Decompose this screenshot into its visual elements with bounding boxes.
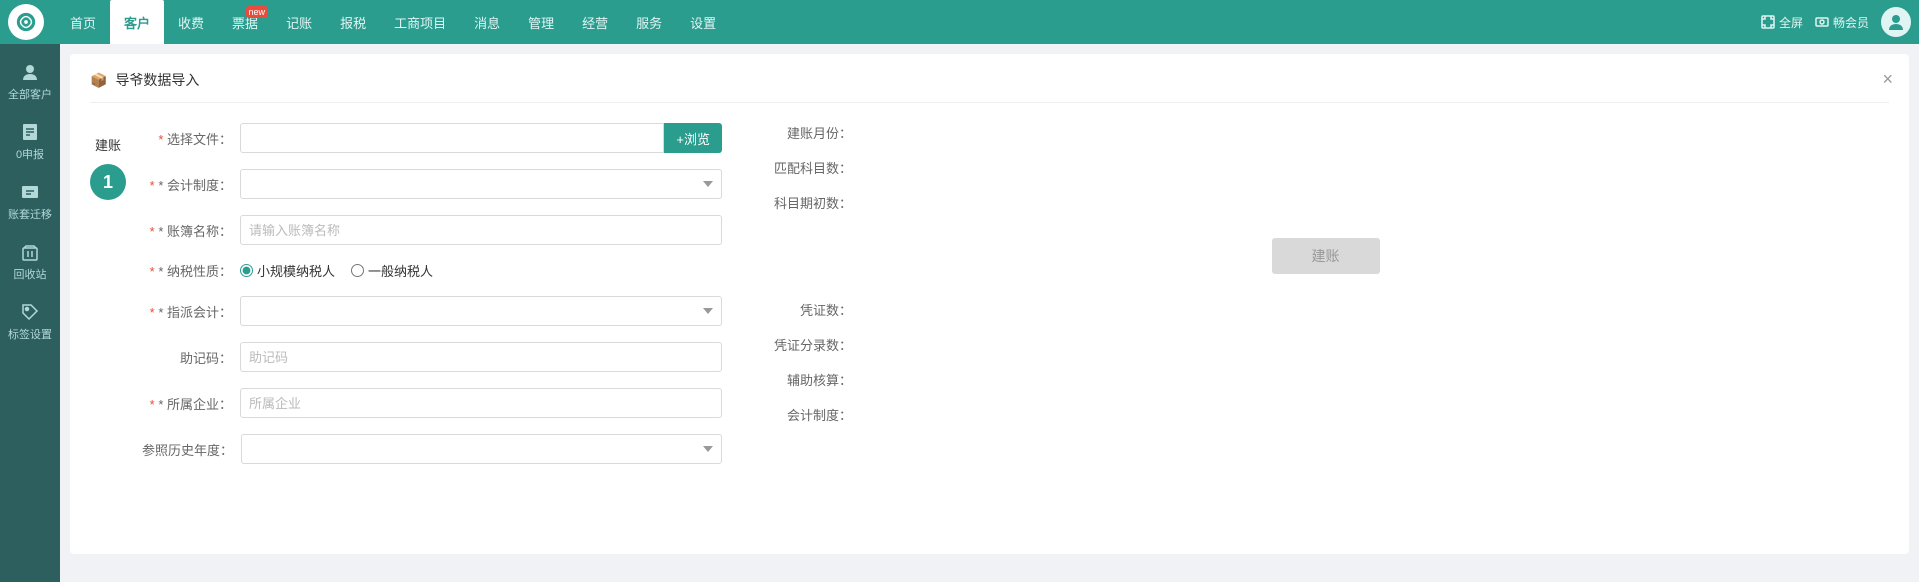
file-row: 选择文件： +浏览: [142, 123, 722, 153]
sidebar-item-declaration[interactable]: 0申报: [2, 114, 58, 170]
nav-bookkeeping[interactable]: 记账: [272, 0, 326, 44]
accounting-system-label: * * 会计制度：: [142, 175, 232, 194]
account-month-label: 建账月份：: [762, 123, 852, 142]
step-circle: 1: [90, 164, 126, 200]
panel-header: 📦 导爷数据导入: [90, 70, 1889, 103]
build-button[interactable]: 建账: [1272, 238, 1380, 274]
nav-invoice[interactable]: 票据 new: [218, 0, 272, 44]
sidebar-item-all-customers[interactable]: 全部客户: [2, 54, 58, 110]
panel: 📦 导爷数据导入 × 建账 1 选择文件：: [70, 54, 1909, 554]
voucher-row: 凭证数：: [762, 300, 1889, 319]
accounting-system-row: * * 会计制度：: [142, 169, 722, 199]
form-left: 建账 1 选择文件： +浏览: [90, 123, 722, 464]
right-accounting-system-label: 会计制度：: [762, 405, 852, 424]
account-name-label: * * 账簿名称：: [142, 221, 232, 240]
nav-fees[interactable]: 收费: [164, 0, 218, 44]
tax-nature-group: 小规模纳税人 一般纳税人: [240, 261, 433, 280]
top-nav: 首页 客户 收费 票据 new 记账 报税 工商项目 消息 管理 经营 服务 设…: [0, 0, 1919, 44]
sidebar-item-tag-settings[interactable]: 标签设置: [2, 294, 58, 350]
nav-commerce[interactable]: 工商项目: [380, 0, 460, 44]
memo-code-row: 助记码：: [142, 342, 722, 372]
member-btn[interactable]: 畅会员: [1815, 14, 1869, 31]
panel-title: 导爷数据导入: [115, 70, 199, 90]
owner-enterprise-label: * * 所属企业：: [142, 394, 232, 413]
panel-header-icon: 📦: [90, 72, 107, 89]
memo-code-label: 助记码：: [142, 348, 232, 367]
form-area: 建账 1 选择文件： +浏览: [90, 123, 1889, 464]
main-content: 📦 导爷数据导入 × 建账 1 选择文件：: [60, 44, 1919, 582]
file-label: 选择文件：: [142, 129, 232, 148]
history-year-select[interactable]: [241, 434, 722, 464]
aux-accounting-row: 辅助核算：: [762, 370, 1889, 389]
period-init-row: 科目期初数：: [762, 193, 1889, 212]
nav-items: 首页 客户 收费 票据 new 记账 报税 工商项目 消息 管理 经营 服务 设…: [56, 0, 1761, 44]
sidebar-item-migration[interactable]: 账套迁移: [2, 174, 58, 230]
sidebar-item-recycle[interactable]: 回收站: [2, 234, 58, 290]
nav-right: 全屏 畅会员: [1761, 7, 1911, 37]
owner-enterprise-row: * * 所属企业：: [142, 388, 722, 418]
form-right: 建账月份： 匹配科目数： 科目期初数： 建账 凭证: [762, 123, 1889, 464]
user-avatar[interactable]: [1881, 7, 1911, 37]
tax-small-radio[interactable]: 小规模纳税人: [240, 261, 335, 280]
form-grid: 选择文件： +浏览 * * 会计制度：: [142, 123, 722, 464]
file-input[interactable]: [240, 123, 664, 153]
layout: 全部客户 0申报 账套迁移 回收站 标签设置 📦 导爷数据导入 ×: [0, 44, 1919, 582]
nav-settings[interactable]: 设置: [676, 0, 730, 44]
aux-accounting-label: 辅助核算：: [762, 370, 852, 389]
assign-accountant-row: * * 指派会计：: [142, 296, 722, 326]
accounting-system-select[interactable]: [240, 169, 722, 199]
match-subjects-label: 匹配科目数：: [762, 158, 852, 177]
tax-general-radio[interactable]: 一般纳税人: [351, 261, 433, 280]
nav-message[interactable]: 消息: [460, 0, 514, 44]
match-subjects-row: 匹配科目数：: [762, 158, 1889, 177]
memo-code-input[interactable]: [240, 342, 722, 372]
assign-accountant-select[interactable]: [240, 296, 722, 326]
right-accounting-system-row: 会计制度：: [762, 405, 1889, 424]
account-month-row: 建账月份：: [762, 123, 1889, 142]
nav-tax[interactable]: 报税: [326, 0, 380, 44]
nav-manage[interactable]: 管理: [514, 0, 568, 44]
nav-home[interactable]: 首页: [56, 0, 110, 44]
voucher-label: 凭证数：: [762, 300, 852, 319]
new-badge: new: [246, 6, 269, 18]
account-name-input[interactable]: [240, 215, 722, 245]
history-year-row: 参照历史年度：: [142, 434, 722, 464]
tax-nature-row: * * 纳税性质： 小规模纳税人 一般纳税人: [142, 261, 722, 280]
owner-enterprise-input[interactable]: [240, 388, 722, 418]
tax-nature-label: * * 纳税性质：: [142, 261, 232, 280]
sidebar: 全部客户 0申报 账套迁移 回收站 标签设置: [0, 44, 60, 582]
logo[interactable]: [8, 4, 44, 40]
voucher-entries-label: 凭证分录数：: [762, 335, 852, 354]
nav-operation[interactable]: 经营: [568, 0, 622, 44]
history-year-label: 参照历史年度：: [142, 440, 233, 459]
nav-customer[interactable]: 客户: [110, 0, 164, 44]
account-name-row: * * 账簿名称：: [142, 215, 722, 245]
period-init-label: 科目期初数：: [762, 193, 852, 212]
assign-accountant-label: * * 指派会计：: [142, 302, 232, 321]
browse-button[interactable]: +浏览: [664, 123, 722, 153]
voucher-entries-row: 凭证分录数：: [762, 335, 1889, 354]
fullscreen-btn[interactable]: 全屏: [1761, 14, 1803, 31]
step-label: 建账: [95, 135, 121, 154]
nav-service[interactable]: 服务: [622, 0, 676, 44]
close-button[interactable]: ×: [1882, 70, 1893, 88]
